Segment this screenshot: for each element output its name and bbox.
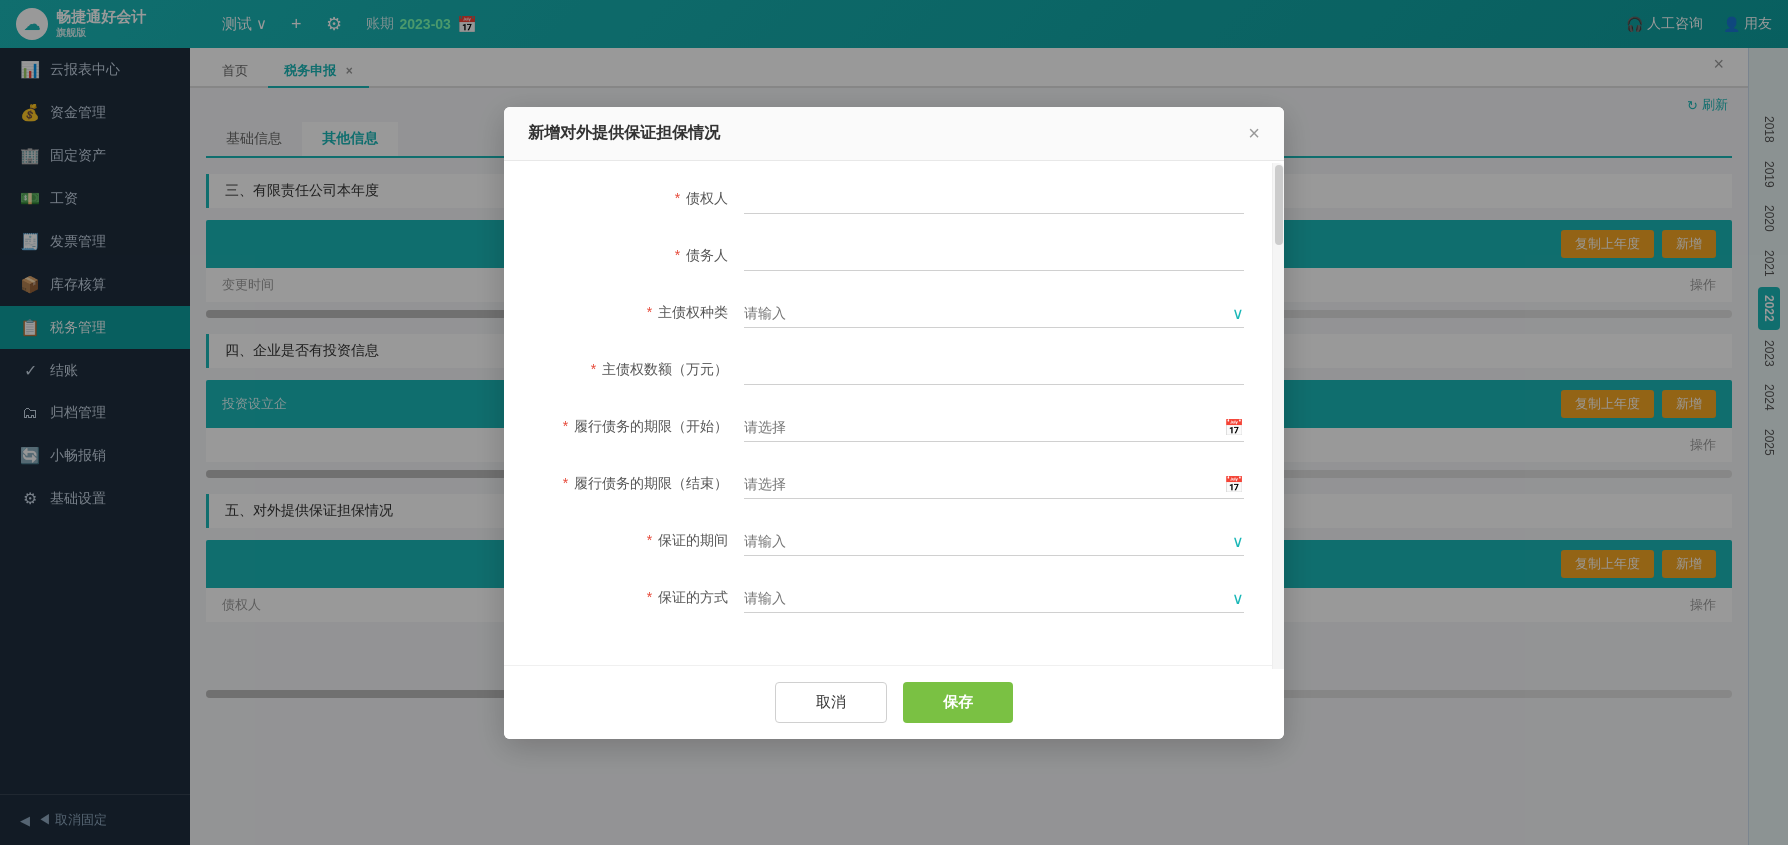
debtor-field [744, 242, 1244, 271]
dialog-close-btn[interactable]: × [1248, 123, 1260, 143]
form-row-debtor: * 债务人 [544, 242, 1244, 271]
cancel-button[interactable]: 取消 [775, 682, 887, 723]
claim-amount-field [744, 356, 1244, 385]
claim-type-field: ∨ [744, 299, 1244, 328]
calendar-start-icon[interactable]: 📅 [1224, 418, 1244, 437]
save-button[interactable]: 保存 [903, 682, 1013, 723]
guarantee-period-input[interactable] [744, 527, 1244, 556]
form-row-period-start: * 履行债务的期限（开始） 📅 [544, 413, 1244, 442]
dialog: 新增对外提供保证担保情况 × * 债权人 * [504, 107, 1284, 739]
dialog-overlay: 新增对外提供保证担保情况 × * 债权人 * [0, 0, 1788, 845]
dialog-scroll-thumb [1275, 165, 1283, 245]
guarantee-period-field: ∨ [744, 527, 1244, 556]
guarantee-method-label: * 保证的方式 [544, 589, 744, 607]
dialog-footer: 取消 保存 [504, 665, 1284, 739]
claim-type-input[interactable] [744, 299, 1244, 328]
guarantee-method-input[interactable] [744, 584, 1244, 613]
dialog-title: 新增对外提供保证担保情况 [528, 123, 720, 144]
dialog-scrollbar[interactable] [1272, 163, 1284, 669]
claim-type-label: * 主债权种类 [544, 304, 744, 322]
period-start-field: 📅 [744, 413, 1244, 442]
dialog-body: * 债权人 * 债务人 * [504, 161, 1284, 665]
claim-amount-input[interactable] [744, 356, 1244, 385]
period-end-field: 📅 [744, 470, 1244, 499]
guarantee-period-label: * 保证的期间 [544, 532, 744, 550]
period-end-input[interactable] [744, 470, 1244, 499]
form-row-claim-amount: * 主债权数额（万元） [544, 356, 1244, 385]
debtor-label: * 债务人 [544, 247, 744, 265]
creditor-label: * 债权人 [544, 190, 744, 208]
period-end-label: * 履行债务的期限（结束） [544, 475, 744, 493]
calendar-end-icon[interactable]: 📅 [1224, 475, 1244, 494]
form-row-creditor: * 债权人 [544, 185, 1244, 214]
debtor-input[interactable] [744, 242, 1244, 271]
form-row-guarantee-method: * 保证的方式 ∨ [544, 584, 1244, 613]
dialog-header: 新增对外提供保证担保情况 × [504, 107, 1284, 161]
period-start-input[interactable] [744, 413, 1244, 442]
form-row-claim-type: * 主债权种类 ∨ [544, 299, 1244, 328]
creditor-field [744, 185, 1244, 214]
form-row-period-end: * 履行债务的期限（结束） 📅 [544, 470, 1244, 499]
period-start-label: * 履行债务的期限（开始） [544, 418, 744, 436]
creditor-input[interactable] [744, 185, 1244, 214]
guarantee-method-field: ∨ [744, 584, 1244, 613]
form-row-guarantee-period: * 保证的期间 ∨ [544, 527, 1244, 556]
claim-amount-label: * 主债权数额（万元） [544, 361, 744, 379]
